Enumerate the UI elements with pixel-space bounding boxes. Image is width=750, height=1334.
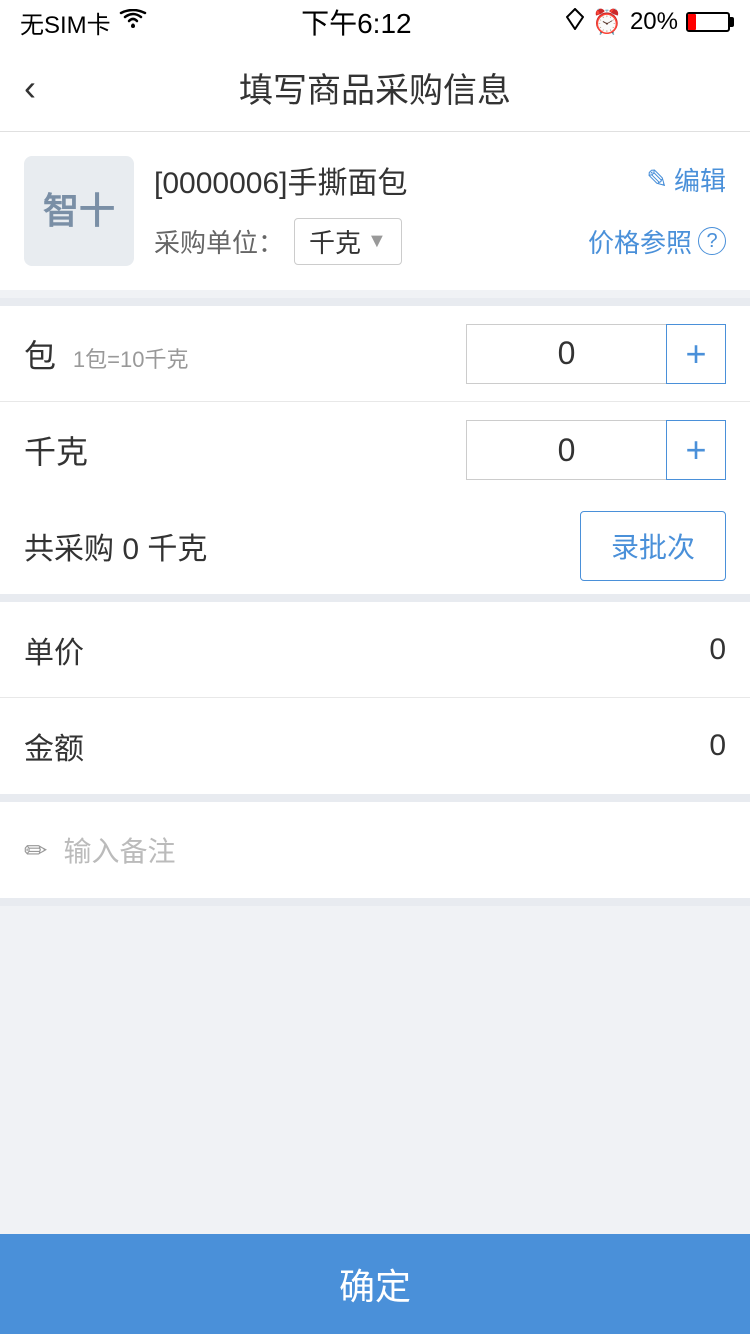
time-display: 下午6:12: [301, 2, 412, 42]
wifi-icon: [119, 8, 147, 36]
product-section: 智十 [0000006]手撕面包 ✎ 编辑 采购单位： 千克 ▼: [0, 132, 750, 298]
unit-label: 采购单位：: [154, 223, 284, 260]
unit-value: 千克: [309, 223, 361, 260]
amount-label: 金额: [24, 724, 84, 768]
summary-row: 共采购 0 千克 录批次: [0, 498, 750, 594]
kg-plus-button[interactable]: +: [666, 420, 726, 480]
amount-value: 0: [709, 729, 726, 763]
empty-space: [0, 906, 750, 1206]
bag-quantity-input[interactable]: [466, 324, 666, 384]
carrier-text: 无SIM卡: [20, 5, 111, 40]
edit-icon: ✎: [646, 164, 668, 195]
edit-button[interactable]: ✎ 编辑: [646, 161, 726, 198]
price-section: 单价 0 金额 0: [0, 602, 750, 802]
bag-hint: 1包=10千克: [73, 347, 189, 372]
kg-input-controls: +: [466, 420, 726, 480]
status-right: ⏰ 20%: [566, 8, 730, 37]
page-title: 填写商品采购信息: [239, 63, 511, 112]
section-divider-1: [0, 298, 750, 306]
summary-section: 共采购 0 千克 录批次: [0, 498, 750, 602]
battery-indicator: [686, 12, 730, 32]
input-section: 包 1包=10千克 + 千克 +: [0, 306, 750, 498]
back-button[interactable]: ‹: [24, 67, 36, 109]
battery-percent: 20%: [630, 8, 678, 36]
status-left: 无SIM卡: [20, 5, 147, 40]
pencil-icon: ✏: [24, 834, 47, 867]
bag-input-row: 包 1包=10千克 +: [0, 306, 750, 402]
alarm-icon: ⏰: [592, 8, 622, 37]
kg-input-row: 千克 +: [0, 402, 750, 498]
nav-bar: ‹ 填写商品采购信息: [0, 44, 750, 132]
amount-row: 金额 0: [0, 698, 750, 794]
kg-quantity-input[interactable]: [466, 420, 666, 480]
product-logo: 智十: [43, 193, 115, 229]
product-info: [0000006]手撕面包 ✎ 编辑 采购单位： 千克 ▼ 价格参照 ?: [154, 158, 726, 265]
bag-label-area: 包 1包=10千克: [24, 331, 466, 377]
kg-label: 千克: [24, 427, 466, 473]
confirm-button[interactable]: 确定: [0, 1234, 750, 1334]
bag-input-controls: +: [466, 324, 726, 384]
product-name: [0000006]手撕面包: [154, 158, 407, 202]
product-image: 智十: [24, 156, 134, 266]
record-batch-button[interactable]: 录批次: [580, 511, 726, 581]
bag-plus-button[interactable]: +: [666, 324, 726, 384]
status-bar: 无SIM卡 下午6:12 ⏰ 20%: [0, 0, 750, 44]
dropdown-arrow-icon: ▼: [367, 230, 387, 253]
bag-label: 包: [24, 338, 56, 374]
location-icon: [566, 8, 584, 37]
question-icon: ?: [698, 227, 726, 255]
note-section[interactable]: ✏ 输入备注: [0, 802, 750, 906]
unit-price-row: 单价 0: [0, 602, 750, 698]
unit-price-label: 单价: [24, 628, 84, 672]
unit-price-value: 0: [709, 633, 726, 667]
summary-text: 共采购 0 千克: [24, 524, 207, 568]
price-reference-button[interactable]: 价格参照 ?: [588, 223, 726, 260]
unit-select[interactable]: 千克 ▼: [294, 218, 402, 265]
note-placeholder: 输入备注: [63, 830, 175, 870]
